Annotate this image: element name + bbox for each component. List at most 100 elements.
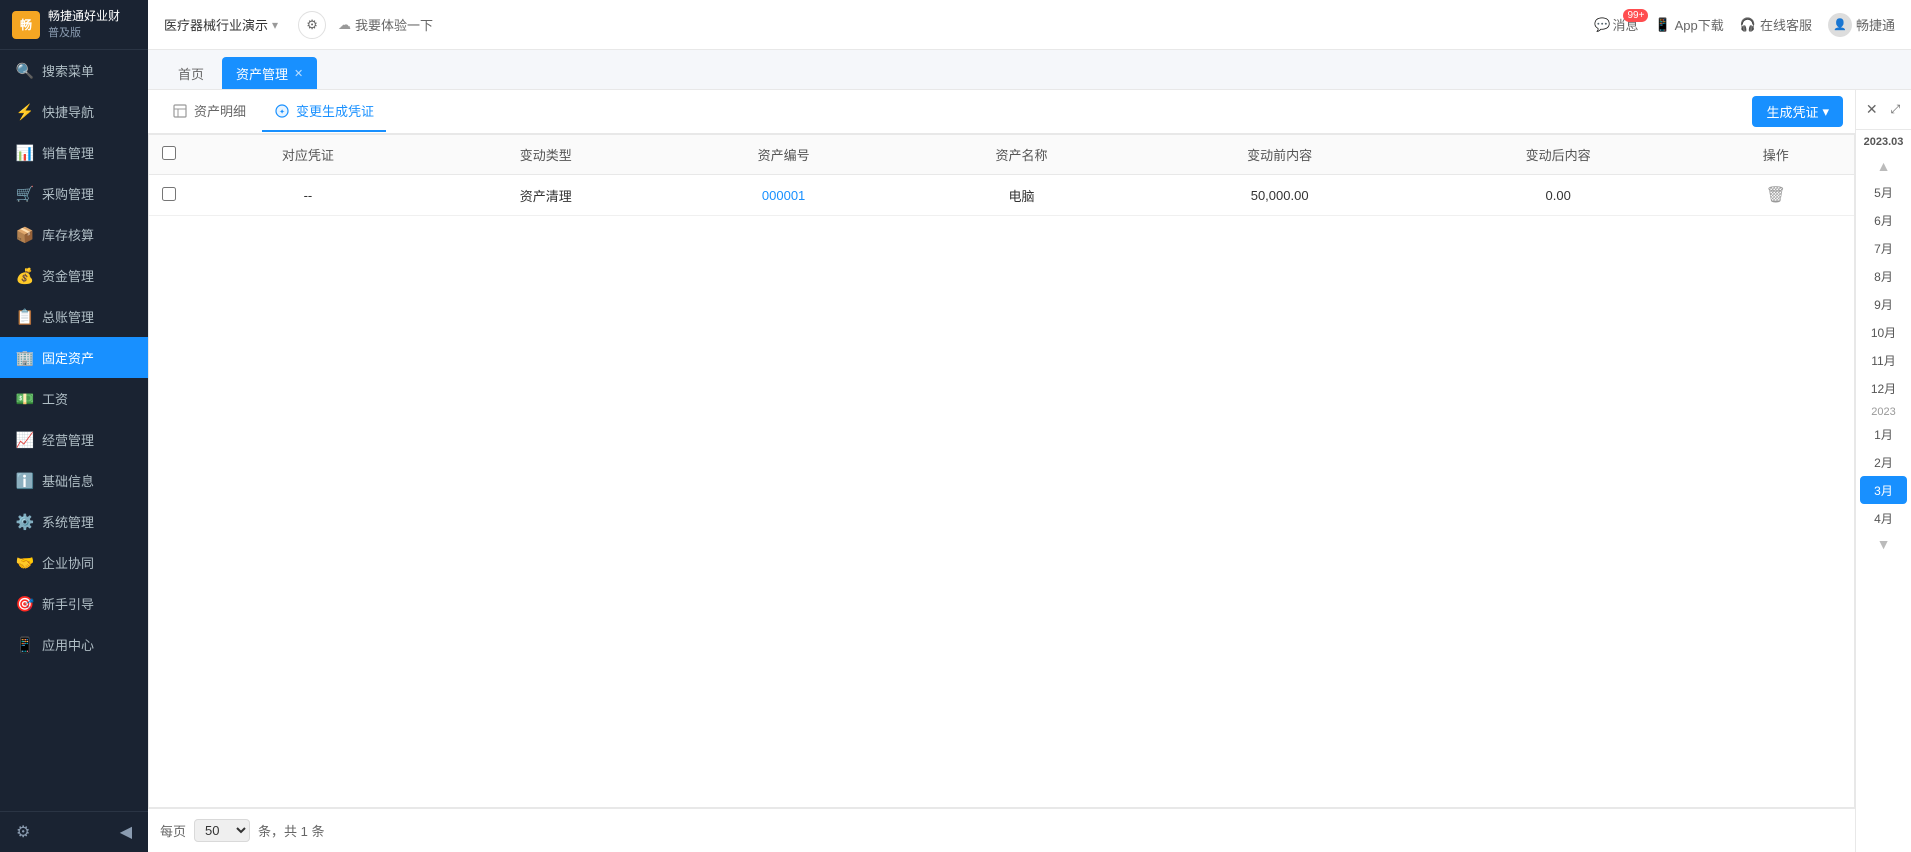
operations-icon: 📈	[16, 431, 34, 449]
header-checkbox-cell	[149, 135, 189, 175]
settings-button[interactable]: ⚙	[298, 11, 326, 39]
date-2023-month-4[interactable]: 4月	[1856, 504, 1911, 532]
sidebar-item-fixed-assets[interactable]: 🏢 固定资产	[0, 337, 148, 378]
sidebar-item-funds[interactable]: 💰 资金管理	[0, 255, 148, 296]
year-2023-marker: 2023	[1856, 402, 1911, 420]
search-icon: 🔍	[16, 62, 34, 80]
cell-asset-name: 电脑	[903, 175, 1141, 216]
date-month-6[interactable]: 6月	[1856, 206, 1911, 234]
date-scroll-up[interactable]: ▲	[1856, 154, 1911, 178]
sidebar-item-search[interactable]: 🔍 搜索菜单	[0, 50, 148, 91]
chevron-down-icon: ▾	[272, 18, 278, 32]
sidebar-logo: 畅 畅捷通好业财 普及版	[0, 0, 148, 50]
app-edition: 普及版	[48, 24, 120, 40]
date-list: ▲ 5月 6月 7月 8月 9月 10月 11月 12月 2023 1月 2月 …	[1856, 150, 1911, 852]
sidebar-item-purchase[interactable]: 🛒 采购管理	[0, 173, 148, 214]
enterprise-icon: 🤝	[16, 554, 34, 572]
table-icon	[172, 103, 188, 119]
sub-tab-asset-detail[interactable]: 资产明细	[160, 92, 258, 132]
date-month-12[interactable]: 12月	[1856, 374, 1911, 402]
cell-asset-code: 000001	[665, 175, 903, 216]
date-month-9[interactable]: 9月	[1856, 290, 1911, 318]
sidebar-item-system[interactable]: ⚙️ 系统管理	[0, 501, 148, 542]
panel-header: ✕ ⤢	[1856, 90, 1911, 130]
sales-icon: 📊	[16, 144, 34, 162]
table-header-row: 对应凭证 变动类型 资产编号 资产名称	[149, 135, 1854, 175]
date-month-11[interactable]: 11月	[1856, 346, 1911, 374]
date-month-5[interactable]: 5月	[1856, 178, 1911, 206]
panel-close-button[interactable]: ✕	[1862, 98, 1882, 122]
sub-tab-change-voucher[interactable]: ✦ 变更生成凭证	[262, 92, 386, 132]
cell-after-change: 0.00	[1419, 175, 1698, 216]
app-download-button[interactable]: 📱 App下载	[1654, 15, 1723, 34]
sidebar-item-operations[interactable]: 📈 经营管理	[0, 419, 148, 460]
date-month-8[interactable]: 8月	[1856, 262, 1911, 290]
avatar: 👤	[1828, 13, 1852, 37]
date-2023-month-1[interactable]: 1月	[1856, 420, 1911, 448]
collapse-icon[interactable]: ◀	[120, 822, 132, 842]
app-center-icon: 📱	[16, 636, 34, 654]
message-button[interactable]: 💬 消息 99+	[1594, 15, 1638, 34]
year-month-label: 2023.03	[1856, 130, 1911, 150]
sidebar-bottom: ⚙ ◀	[0, 811, 148, 852]
header-action: 操作	[1697, 135, 1854, 175]
cell-change-type: 资产清理	[427, 175, 665, 216]
row-checkbox-cell	[149, 175, 189, 216]
app-name: 畅捷通好业财	[48, 9, 120, 25]
sidebar-item-enterprise[interactable]: 🤝 企业协同	[0, 542, 148, 583]
tab-close-icon[interactable]: ✕	[294, 67, 303, 80]
sidebar-item-quick-nav[interactable]: ⚡ 快捷导航	[0, 91, 148, 132]
quick-nav-icon: ⚡	[16, 103, 34, 121]
sidebar-menu: 🔍 搜索菜单 ⚡ 快捷导航 📊 销售管理 🛒 采购管理 📦 库存核算 💰 资金管…	[0, 50, 148, 811]
system-icon: ⚙️	[16, 513, 34, 531]
cell-action: 🗑	[1697, 175, 1854, 216]
header-voucher: 对应凭证	[189, 135, 427, 175]
company-selector[interactable]: 医疗器械行业演示 ▾	[164, 15, 278, 34]
asset-table: 对应凭证 变动类型 资产编号 资产名称	[149, 135, 1854, 216]
company-name: 医疗器械行业演示	[164, 15, 268, 34]
experience-button[interactable]: ☁ 我要体验一下	[338, 15, 433, 34]
payroll-icon: 💵	[16, 390, 34, 408]
svg-text:✦: ✦	[279, 108, 285, 116]
table-row: -- 资产清理 000001 电脑	[149, 175, 1854, 216]
panel-expand-button[interactable]: ⤢	[1886, 98, 1906, 122]
row-checkbox[interactable]	[162, 187, 176, 201]
date-2023-month-3[interactable]: 3月	[1860, 476, 1907, 504]
header-right: 💬 消息 99+ 📱 App下载 🎧 在线客服 👤 畅捷通	[1594, 13, 1895, 37]
sidebar: 畅 畅捷通好业财 普及版 🔍 搜索菜单 ⚡ 快捷导航 📊 销售管理 🛒 采购管理…	[0, 0, 148, 852]
sidebar-item-basic-info[interactable]: ℹ️ 基础信息	[0, 460, 148, 501]
header-change-type: 变动类型	[427, 135, 665, 175]
header-asset-name: 资产名称	[903, 135, 1141, 175]
cloud-icon: ☁	[338, 17, 351, 33]
date-month-7[interactable]: 7月	[1856, 234, 1911, 262]
sidebar-item-guide[interactable]: 🎯 新手引导	[0, 583, 148, 624]
header: 医疗器械行业演示 ▾ ⚙ ☁ 我要体验一下 💬 消息 99+ 📱 App下载 🎧…	[148, 0, 1911, 50]
sidebar-item-sales[interactable]: 📊 销售管理	[0, 132, 148, 173]
user-menu[interactable]: 👤 畅捷通	[1828, 13, 1895, 37]
select-all-checkbox[interactable]	[162, 146, 176, 160]
pagination: 每页 10 20 50 100 条，共 1 条	[148, 808, 1855, 852]
date-month-10[interactable]: 10月	[1856, 318, 1911, 346]
mobile-icon: 📱	[1654, 17, 1670, 33]
right-date-panel: ✕ ⤢ 2023.03 ▲ 5月 6月 7月 8月 9月 10月 11月 12月…	[1855, 90, 1911, 852]
sidebar-item-ledger[interactable]: 📋 总账管理	[0, 296, 148, 337]
settings-bottom-icon[interactable]: ⚙	[16, 822, 30, 842]
date-scroll-down[interactable]: ▼	[1856, 532, 1911, 556]
sidebar-item-inventory[interactable]: 📦 库存核算	[0, 214, 148, 255]
delete-button[interactable]: 🗑	[1766, 185, 1786, 205]
sidebar-item-payroll[interactable]: 💵 工资	[0, 378, 148, 419]
generate-voucher-button[interactable]: 生成凭证 ▾	[1752, 96, 1843, 127]
sub-tabs: 资产明细 ✦ 变更生成凭证	[148, 92, 1740, 132]
tab-home[interactable]: 首页	[164, 57, 218, 89]
fixed-assets-icon: 🏢	[16, 349, 34, 367]
online-service-button[interactable]: 🎧 在线客服	[1740, 15, 1812, 34]
tab-asset-management[interactable]: 资产管理 ✕	[222, 57, 317, 89]
page-size-select[interactable]: 10 20 50 100	[194, 819, 250, 842]
user-icon: 👤	[1833, 18, 1847, 31]
headset-icon: 🎧	[1740, 17, 1756, 33]
gear-icon: ⚙	[306, 17, 318, 33]
cell-voucher: --	[189, 175, 427, 216]
sidebar-item-app-center[interactable]: 📱 应用中心	[0, 624, 148, 665]
header-after-change: 变动后内容	[1419, 135, 1698, 175]
date-2023-month-2[interactable]: 2月	[1856, 448, 1911, 476]
